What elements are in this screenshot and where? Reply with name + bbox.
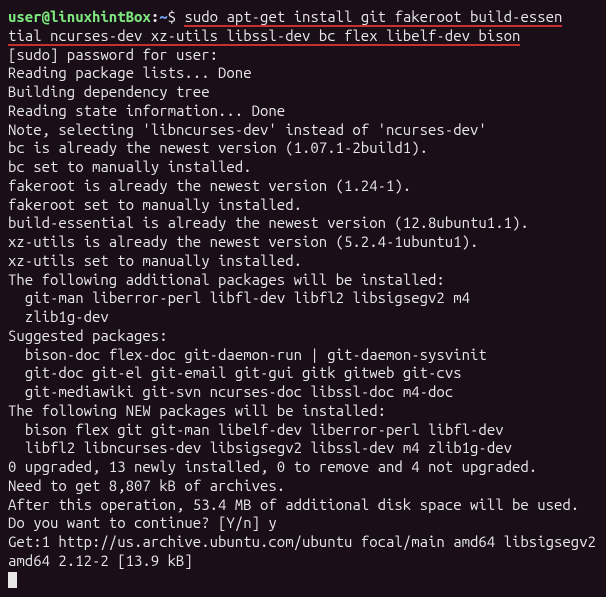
terminal-window[interactable]: user@linuxhintBox:~$ sudo apt-get instal… (8, 8, 598, 589)
prompt-user: user@linuxhintBox (8, 8, 151, 25)
prompt-path: ~ (159, 8, 167, 25)
prompt-dollar: $ (168, 8, 185, 25)
command-text-line1: sudo apt-get install git fakeroot build-… (184, 8, 562, 27)
prompt-colon: : (151, 8, 159, 25)
command-text-line2: tial ncurses-dev xz-utils libssl-dev bc … (8, 27, 520, 46)
cursor (8, 572, 17, 588)
terminal-output: [sudo] password for user: Reading packag… (8, 46, 598, 571)
